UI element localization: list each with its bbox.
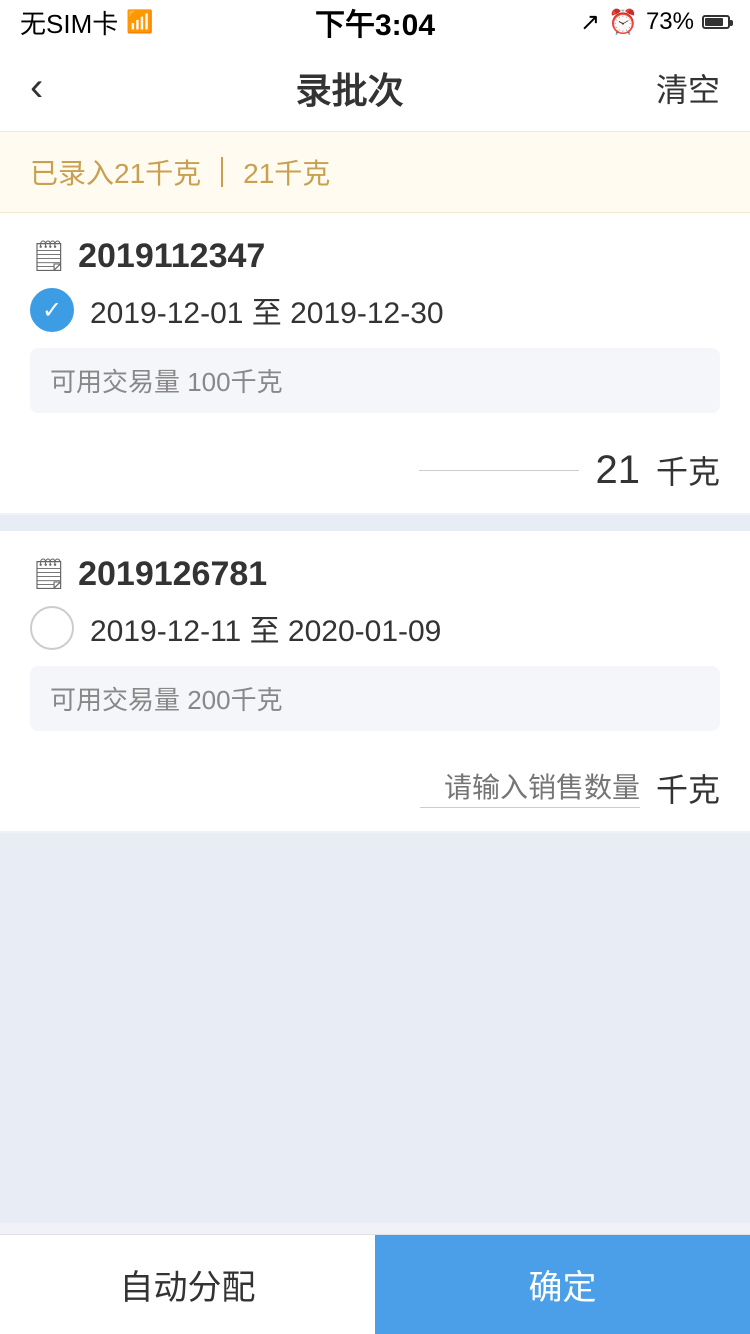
amount-value-1: 21 — [595, 448, 640, 493]
back-button[interactable]: ‹ — [30, 65, 43, 110]
info-banner: 已录入21千克 21千克 — [0, 132, 750, 213]
status-time: 下午3:04 — [315, 0, 435, 44]
recorded-label: 已录入21千克 — [30, 152, 201, 192]
radio-2[interactable] — [30, 606, 74, 650]
section-separator — [0, 515, 750, 531]
radio-1[interactable]: ✓ — [30, 288, 74, 332]
batch-date-row-2: 2019-12-11 至 2020-01-09 — [30, 606, 720, 650]
batch-doc-icon-2: 🗒 — [30, 557, 68, 592]
clear-button[interactable]: 清空 — [656, 65, 720, 111]
batch-doc-icon-1: 🗒 — [30, 239, 68, 274]
batch-available-1: 可用交易量 100千克 — [30, 348, 720, 413]
page-title: 录批次 — [296, 62, 404, 114]
batch-date-1: 2019-12-01 至 2019-12-30 — [90, 288, 444, 332]
input-unit-2: 千克 — [656, 765, 720, 811]
quantity-input-2[interactable] — [420, 768, 640, 808]
recorded-value: 21千克 — [243, 152, 330, 192]
battery-icon — [702, 15, 730, 29]
confirm-button[interactable]: 确定 — [375, 1235, 750, 1334]
battery-percent: 73% — [646, 8, 694, 36]
auto-distribute-button[interactable]: 自动分配 — [0, 1235, 375, 1334]
batch-date-row-1: ✓ 2019-12-01 至 2019-12-30 — [30, 288, 720, 332]
batch-header-1: 🗒 2019112347 — [30, 237, 720, 276]
status-left: 无SIM卡 📶 — [20, 4, 154, 41]
nav-bar: ‹ 录批次 清空 — [0, 44, 750, 132]
batch-id-1: 2019112347 — [78, 237, 265, 276]
gray-area — [0, 833, 750, 1223]
amount-unit-1: 千克 — [656, 447, 720, 493]
info-divider — [221, 157, 223, 187]
batch-header-2: 🗒 2019126781 — [30, 555, 720, 594]
location-icon: ↗ — [580, 8, 600, 37]
batch-date-2: 2019-12-11 至 2020-01-09 — [90, 606, 441, 650]
wifi-icon: 📶 — [126, 9, 153, 35]
batch-available-2: 可用交易量 200千克 — [30, 666, 720, 731]
check-icon-1: ✓ — [42, 296, 62, 325]
sim-text: 无SIM卡 — [20, 4, 118, 41]
bottom-bar: 自动分配 确定 — [0, 1234, 750, 1334]
status-bar: 无SIM卡 📶 下午3:04 ↗ ⏰ 73% — [0, 0, 750, 44]
batch-item-2: 🗒 2019126781 2019-12-11 至 2020-01-09 可用交… — [0, 531, 750, 831]
batch-item-1: 🗒 2019112347 ✓ 2019-12-01 至 2019-12-30 可… — [0, 213, 750, 513]
alarm-icon: ⏰ — [608, 8, 638, 37]
status-right: ↗ ⏰ 73% — [580, 8, 730, 37]
batch-id-2: 2019126781 — [78, 555, 267, 594]
